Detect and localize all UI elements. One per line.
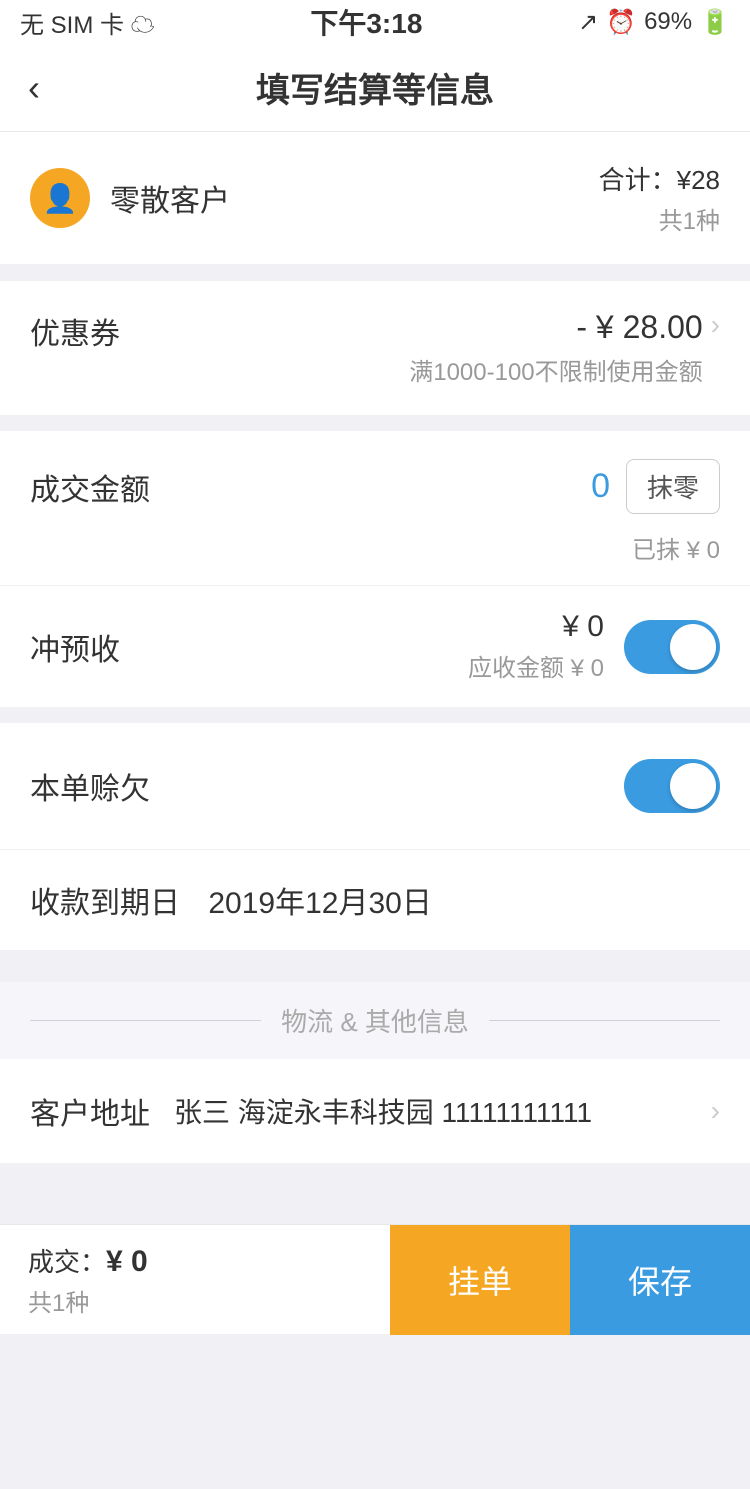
deal-value: ¥ 0 — [106, 1245, 148, 1278]
amount-label: 成交金额 — [30, 465, 150, 509]
credit-row: 本单赊欠 — [0, 723, 750, 849]
customer-right: 合计：¥28 共1种 — [599, 160, 720, 236]
prepay-sub-value: 应收金额 ¥ 0 — [468, 648, 604, 683]
section-divider — [0, 966, 750, 982]
logistics-header: 物流 & 其他信息 — [0, 982, 750, 1059]
avatar-icon: 👤 — [43, 182, 78, 215]
coupon-chevron-icon: › — [711, 309, 720, 341]
address-label: 客户地址 — [30, 1089, 150, 1133]
due-date-value: 2019年12月30日 — [208, 887, 431, 920]
customer-name: 零散客户 — [110, 176, 230, 220]
status-time: 下午3:18 — [310, 2, 422, 42]
prepay-row: 冲预收 ¥ 0 应收金额 ¥ 0 — [0, 585, 750, 707]
prepay-label: 冲预收 — [30, 625, 120, 669]
amount-value: 0 — [591, 467, 610, 506]
status-left: 无 SIM 卡 ☁ — [20, 5, 155, 40]
customer-section: 👤 零散客户 合计：¥28 共1种 — [0, 132, 750, 264]
bottom-info: 成交：¥ 0 共1种 — [0, 1242, 390, 1318]
amount-sub-text: 已抹 ¥ 0 — [0, 530, 750, 585]
amount-right: 0 抹零 — [591, 459, 720, 514]
nav-bar: ‹ 填写结算等信息 — [0, 44, 750, 132]
customer-row: 👤 零散客户 合计：¥28 共1种 — [0, 132, 750, 264]
avatar: 👤 — [30, 168, 90, 228]
amount-row: 成交金额 0 抹零 — [0, 431, 750, 530]
address-chevron-icon: › — [711, 1095, 720, 1127]
coupon-row[interactable]: 优惠券 - ¥ 28.00 满1000-100不限制使用金额 › — [0, 280, 750, 415]
status-bar: 无 SIM 卡 ☁ 下午3:18 ↗ ⏰ 69% 🔋 — [0, 0, 750, 44]
bottom-deal-text: 成交：¥ 0 — [28, 1242, 362, 1279]
due-date-row: 收款到期日 2019年12月30日 — [0, 849, 750, 950]
battery-label: 69% — [644, 8, 692, 36]
location-icon: ↗ — [578, 8, 598, 37]
status-right: ↗ ⏰ 69% 🔋 — [578, 8, 730, 37]
coupon-description: 满1000-100不限制使用金额 — [409, 352, 702, 387]
prepay-values: ¥ 0 应收金额 ¥ 0 — [468, 610, 604, 683]
customer-left: 👤 零散客户 — [30, 168, 230, 228]
round-zero-button[interactable]: 抹零 — [626, 459, 720, 514]
prepay-toggle[interactable] — [624, 620, 720, 674]
battery-icon: 🔋 — [700, 8, 730, 37]
deal-label: 成交： — [28, 1247, 106, 1277]
address-value: 张三 海淀永丰科技园 11111111111 — [174, 1091, 703, 1131]
save-button[interactable]: 保存 — [570, 1225, 750, 1335]
sim-status: 无 SIM 卡 ☁ — [20, 5, 155, 40]
pending-button[interactable]: 挂单 — [390, 1225, 570, 1335]
total-label: 合计：¥28 — [599, 160, 720, 197]
prepay-right: ¥ 0 应收金额 ¥ 0 — [468, 610, 720, 683]
prepay-main-value: ¥ 0 — [468, 610, 604, 644]
transaction-section: 成交金额 0 抹零 已抹 ¥ 0 冲预收 ¥ 0 应收金额 ¥ 0 — [0, 431, 750, 707]
logistics-line-right — [489, 1020, 720, 1021]
page-title: 填写结算等信息 — [256, 63, 494, 112]
bottom-count: 共1种 — [28, 1283, 362, 1318]
coupon-right: - ¥ 28.00 满1000-100不限制使用金额 — [409, 309, 702, 387]
credit-toggle[interactable] — [624, 759, 720, 813]
coupon-label: 优惠券 — [30, 309, 120, 353]
logistics-line-left — [30, 1020, 261, 1021]
bottom-bar: 成交：¥ 0 共1种 挂单 保存 — [0, 1224, 750, 1334]
address-row[interactable]: 客户地址 张三 海淀永丰科技园 11111111111 › — [0, 1059, 750, 1163]
due-date-label: 收款到期日 — [30, 887, 180, 920]
back-button[interactable]: ‹ — [28, 67, 40, 109]
credit-label: 本单赊欠 — [30, 764, 150, 808]
alarm-icon: ⏰ — [606, 8, 636, 37]
coupon-amount: - ¥ 28.00 — [409, 309, 702, 346]
total-count: 共1种 — [599, 201, 720, 236]
credit-section: 本单赊欠 收款到期日 2019年12月30日 — [0, 723, 750, 950]
coupon-section[interactable]: 优惠券 - ¥ 28.00 满1000-100不限制使用金额 › — [0, 280, 750, 415]
logistics-title: 物流 & 其他信息 — [281, 1002, 469, 1039]
